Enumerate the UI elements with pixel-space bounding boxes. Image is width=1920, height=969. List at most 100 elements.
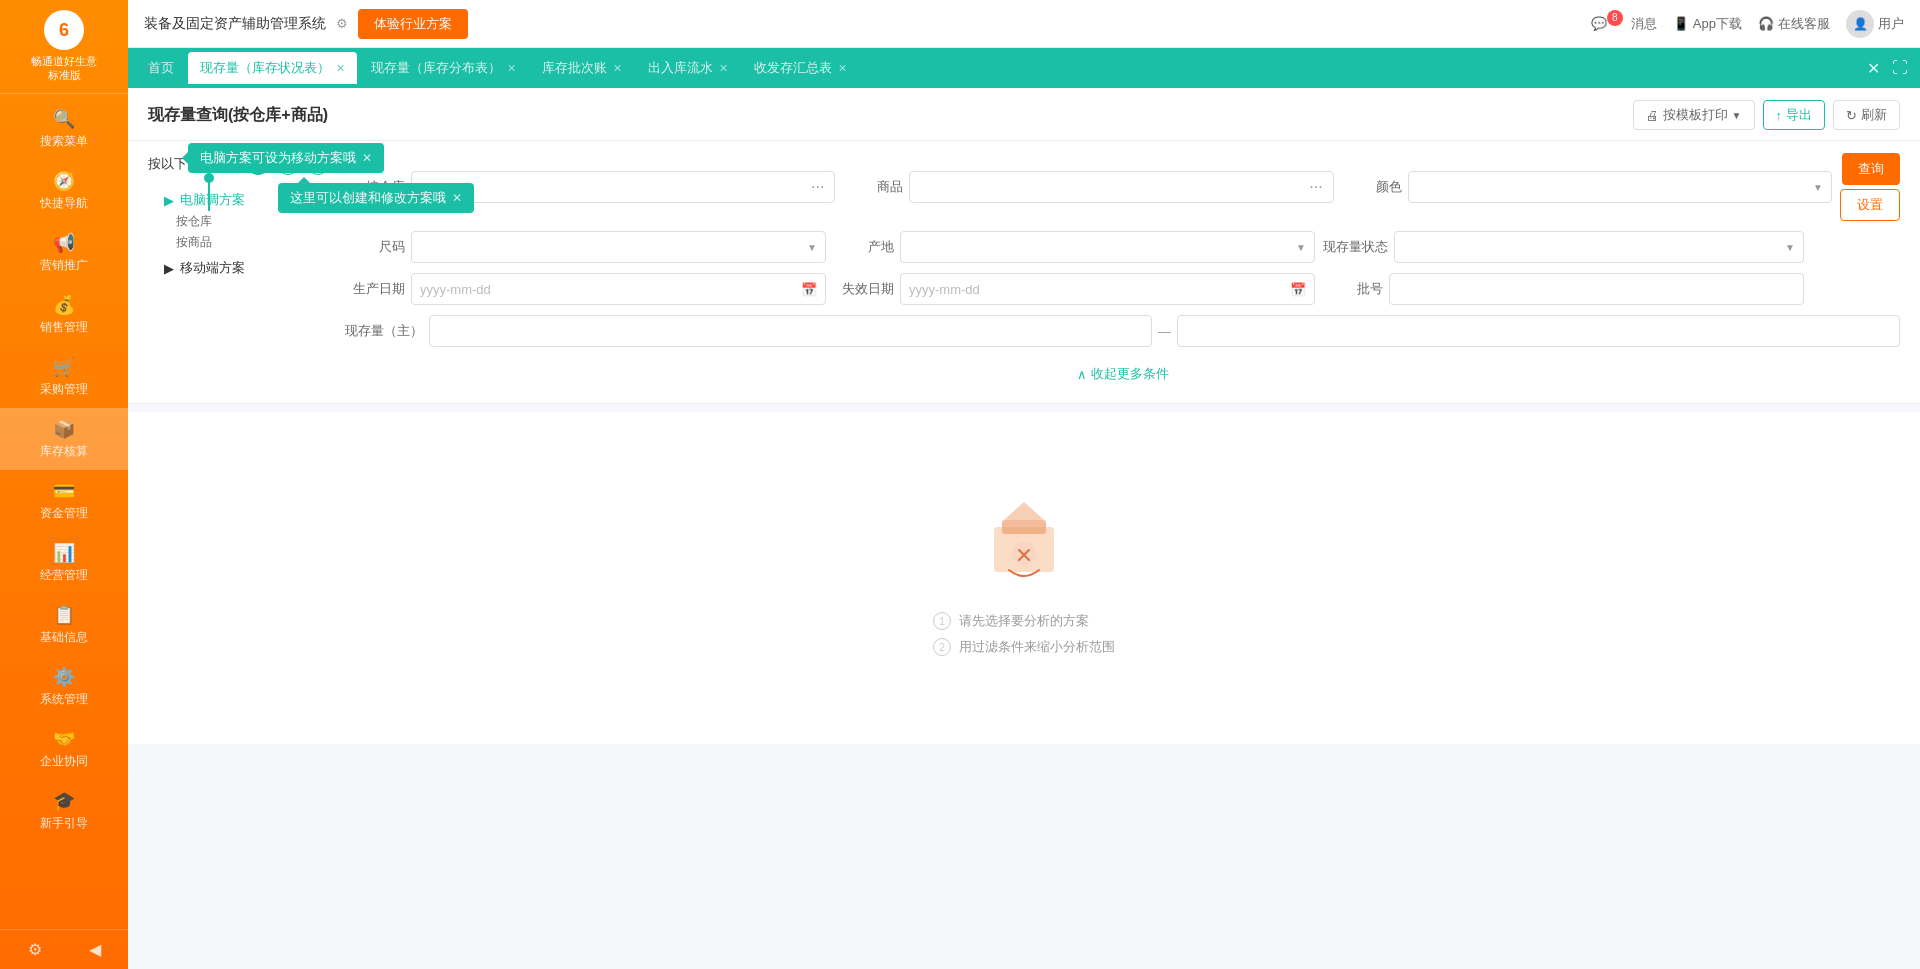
filter-field-inventory-status: 现存量状态 ▼ [1323, 231, 1804, 263]
topbar: 装备及固定资产辅助管理系统 ⚙ 体验行业方案 💬 8 消息 📱 App下载 🎧 … [128, 0, 1920, 48]
message-item[interactable]: 💬 8 消息 [1591, 15, 1657, 33]
batch-no-label: 批号 [1323, 280, 1383, 298]
filter-row-4: 现存量（主） — [345, 315, 1900, 347]
collapse-sidebar-btn[interactable]: ◀ [89, 940, 101, 959]
system-name: 装备及固定资产辅助管理系统 [144, 15, 326, 33]
reset-btn[interactable]: 设置 [1840, 189, 1900, 221]
page: 现存量查询(按仓库+商品) 🖨 按模板打印 ▼ ↑ 导出 ↻ 刷新 [128, 88, 1920, 969]
empty-step-2: 2 用过滤条件来缩小分析范围 [933, 638, 1115, 656]
goods-label: 商品 [843, 178, 903, 196]
sidebar-item-sales[interactable]: 💰 销售管理 [0, 284, 128, 346]
sidebar-nav: 🔍 搜索菜单 🧭 快捷导航 📢 营销推广 💰 销售管理 🛒 采购管理 📦 库存核… [0, 98, 128, 929]
scheme-item-mobile[interactable]: ▶ 移动端方案 [156, 255, 329, 281]
user-item[interactable]: 👤 用户 [1846, 10, 1904, 38]
inventory-status-arrow: ▼ [1785, 242, 1795, 253]
tab-fullscreen-btn[interactable]: ⛶ [1888, 55, 1912, 81]
filter-field-goods: 商品 ··· [843, 171, 1333, 203]
tooltip-edit-close[interactable]: ✕ [452, 191, 462, 205]
main-area: 装备及固定资产辅助管理系统 ⚙ 体验行业方案 💬 8 消息 📱 App下载 🎧 … [128, 0, 1920, 969]
tab-close-inventory-dist[interactable]: ✕ [507, 62, 516, 75]
sidebar-item-marketing[interactable]: 📢 营销推广 [0, 222, 128, 284]
topbar-right: 💬 8 消息 📱 App下载 🎧 在线客服 👤 用户 [1591, 10, 1904, 38]
sidebar-item-finance[interactable]: 💳 资金管理 [0, 470, 128, 532]
tab-inventory-dist[interactable]: 现存量（库存分布表） ✕ [359, 52, 528, 84]
warehouse-dots[interactable]: ··· [811, 178, 824, 196]
size-select[interactable]: ▼ [411, 231, 826, 263]
filter-field-batch-no: 批号 [1323, 273, 1804, 305]
sidebar-item-operations[interactable]: 📊 经营管理 [0, 532, 128, 594]
sidebar-item-guide[interactable]: 🧭 快捷导航 [0, 160, 128, 222]
collapse-label: 收起更多条件 [1091, 365, 1169, 383]
prod-date-from[interactable]: yyyy-mm-dd 📅 [411, 273, 826, 305]
message-badge: 8 [1607, 10, 1623, 26]
page-actions: 🖨 按模板打印 ▼ ↑ 导出 ↻ 刷新 [1633, 100, 1900, 130]
sidebar-item-newbie[interactable]: 🎓 新手引导 [0, 780, 128, 842]
sales-icon: 💰 [53, 294, 75, 316]
tooltip-pc-close[interactable]: ✕ [362, 151, 372, 165]
origin-label: 产地 [834, 238, 894, 256]
sidebar-item-enterprise[interactable]: 🤝 企业协同 [0, 718, 128, 780]
export-btn[interactable]: ↑ 导出 [1763, 100, 1826, 130]
origin-select[interactable]: ▼ [900, 231, 1315, 263]
tab-close-all-btn[interactable]: ✕ [1863, 55, 1884, 82]
sidebar-item-basic[interactable]: 📋 基础信息 [0, 594, 128, 656]
tab-close-receive-summary[interactable]: ✕ [838, 62, 847, 75]
operations-icon: 📊 [53, 542, 75, 564]
filter-row-2: 尺码 ▼ 产地 ▼ [345, 231, 1900, 263]
tab-close-inout-flow[interactable]: ✕ [719, 62, 728, 75]
scheme-sub-label2: 按商品 [156, 234, 329, 251]
empty-step-1: 1 请先选择要分析的方案 [933, 612, 1115, 630]
tab-close-inventory-status[interactable]: ✕ [336, 62, 345, 75]
sidebar-item-system[interactable]: ⚙️ 系统管理 [0, 656, 128, 718]
collapse-icon: ∧ [1077, 367, 1087, 382]
inventory-main-from[interactable] [429, 315, 1152, 347]
print-btn[interactable]: 🖨 按模板打印 ▼ [1633, 100, 1755, 130]
expire-date-from[interactable]: yyyy-mm-dd 📅 [900, 273, 1315, 305]
app-download-item[interactable]: 📱 App下载 [1673, 15, 1742, 33]
tab-close-batch-ledger[interactable]: ✕ [613, 62, 622, 75]
refresh-btn[interactable]: ↻ 刷新 [1833, 100, 1900, 130]
sidebar-item-inventory[interactable]: 📦 库存核算 [0, 408, 128, 470]
scheme-pc-label: 电脑调方案 [180, 191, 245, 209]
svg-rect-1 [1002, 520, 1046, 534]
filter-field-prod-date: 生产日期 yyyy-mm-dd 📅 [345, 273, 826, 305]
color-select[interactable]: ▼ [1408, 171, 1832, 203]
tooltip-edit-text: 这里可以创建和修改方案哦 [290, 189, 446, 207]
tab-home[interactable]: 首页 [136, 59, 186, 77]
topbar-settings-icon[interactable]: ⚙ [336, 16, 348, 31]
connector-line [208, 181, 210, 211]
search-btn[interactable]: 查询 [1842, 153, 1900, 185]
range-sep: — [1158, 324, 1171, 339]
printer-icon: 🖨 [1646, 108, 1659, 123]
support-item[interactable]: 🎧 在线客服 [1758, 15, 1830, 33]
message-icon: 💬 [1591, 16, 1607, 31]
inventory-main-to[interactable] [1177, 315, 1900, 347]
experience-btn[interactable]: 体验行业方案 [358, 9, 468, 39]
filter-field-color: 颜色 ▼ [1342, 171, 1832, 203]
tab-inventory-status[interactable]: 现存量（库存状况表） ✕ [188, 52, 357, 84]
sidebar-item-search[interactable]: 🔍 搜索菜单 [0, 98, 128, 160]
collapse-row: ∧ 收起更多条件 [345, 357, 1900, 391]
filter-field-origin: 产地 ▼ [834, 231, 1315, 263]
tabbar: 首页 现存量（库存状况表） ✕ 现存量（库存分布表） ✕ 库存批次账 ✕ 出入库… [128, 48, 1920, 88]
purchase-icon: 🛒 [53, 356, 75, 378]
support-icon: 🎧 [1758, 16, 1774, 31]
warehouse-select[interactable]: ··· [411, 171, 835, 203]
system-icon: ⚙️ [53, 666, 75, 688]
origin-arrow: ▼ [1296, 242, 1306, 253]
color-label: 颜色 [1342, 178, 1402, 196]
empty-area: 1 请先选择要分析的方案 2 用过滤条件来缩小分析范围 [128, 412, 1920, 744]
settings-footer-btn[interactable]: ⚙ [28, 940, 42, 959]
search-icon: 🔍 [53, 108, 75, 130]
collapse-btn[interactable]: ∧ 收起更多条件 [1077, 365, 1169, 383]
topbar-left: 装备及固定资产辅助管理系统 ⚙ 体验行业方案 [144, 9, 468, 39]
sidebar-item-purchase[interactable]: 🛒 采购管理 [0, 346, 128, 408]
goods-select[interactable]: ··· [909, 171, 1333, 203]
user-avatar: 👤 [1846, 10, 1874, 38]
tab-batch-ledger[interactable]: 库存批次账 ✕ [530, 52, 634, 84]
tab-inout-flow[interactable]: 出入库流水 ✕ [636, 52, 740, 84]
inventory-status-select[interactable]: ▼ [1394, 231, 1804, 263]
batch-no-input[interactable] [1389, 273, 1804, 305]
tab-receive-summary[interactable]: 收发存汇总表 ✕ [742, 52, 859, 84]
goods-dots[interactable]: ··· [1309, 178, 1322, 196]
